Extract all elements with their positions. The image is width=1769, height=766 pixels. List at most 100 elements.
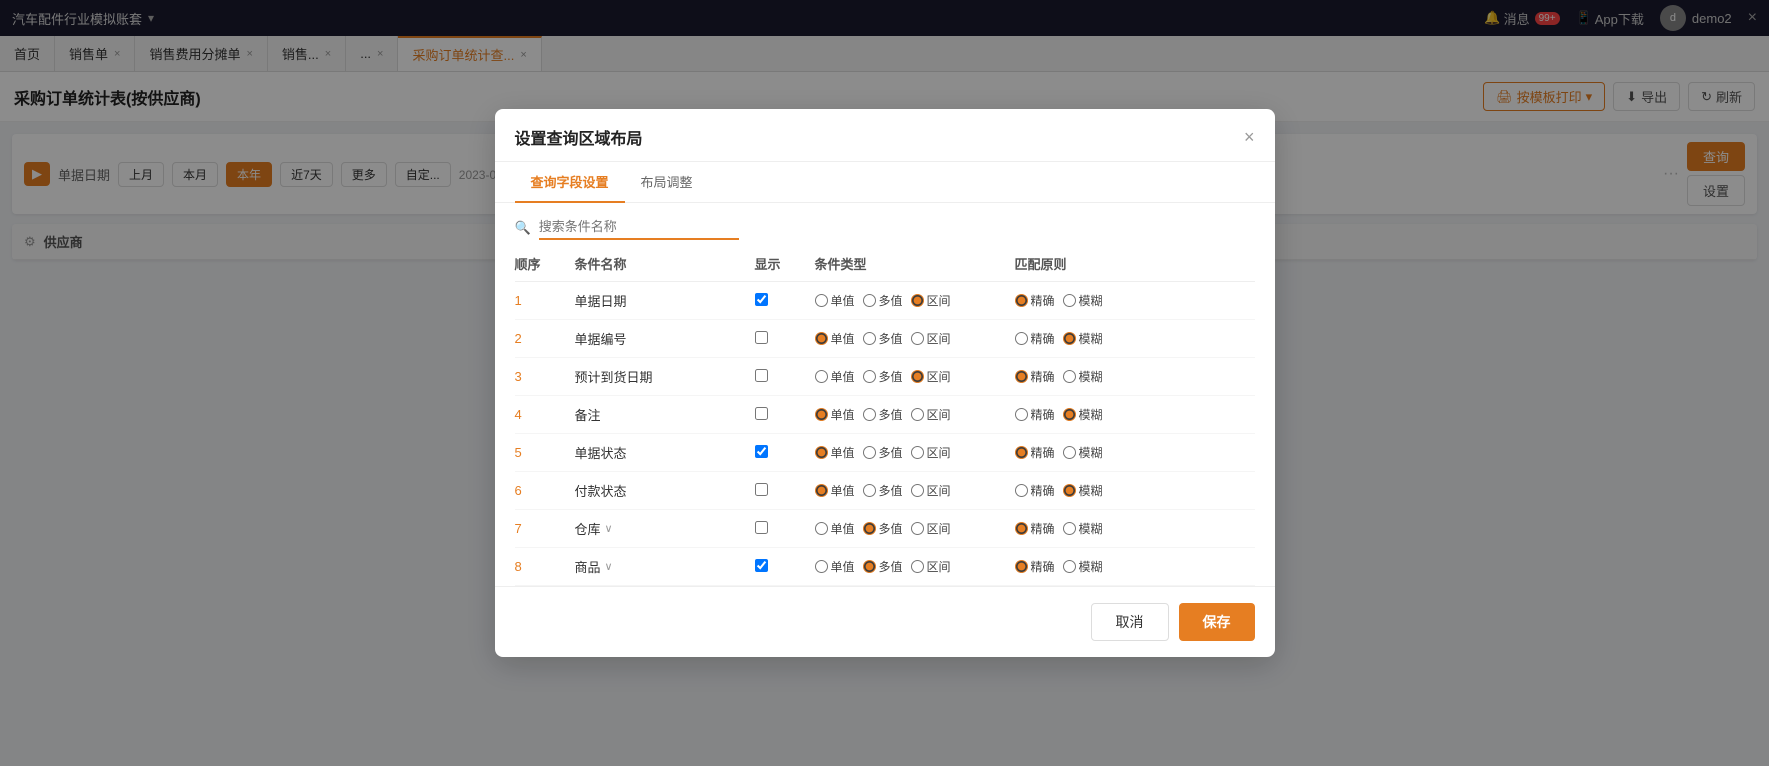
dialog-search-area: 🔍 [495, 203, 1275, 246]
row-type-option-区间[interactable]: 区间 [911, 558, 951, 575]
table-row: 7仓库 ∨单值多值区间精确模糊 [515, 510, 1255, 548]
row-match-option-模糊[interactable]: 模糊 [1063, 520, 1103, 537]
cancel-button[interactable]: 取消 [1091, 603, 1169, 641]
row-type-group-4: 单值多值区间 [815, 406, 1015, 423]
save-button[interactable]: 保存 [1179, 603, 1255, 641]
row-type-option-多值[interactable]: 多值 [863, 406, 903, 423]
row-display-checkbox-5[interactable] [755, 445, 768, 458]
row-type-option-多值[interactable]: 多值 [863, 520, 903, 537]
row-display-checkbox-2[interactable] [755, 331, 768, 344]
head-match: 匹配原则 [1015, 254, 1195, 273]
row-type-option-多值[interactable]: 多值 [863, 330, 903, 347]
row-match-option-精确[interactable]: 精确 [1015, 558, 1055, 575]
row-match-option-模糊[interactable]: 模糊 [1063, 406, 1103, 423]
row-type-option-单值[interactable]: 单值 [815, 406, 855, 423]
row-match-group-8: 精确模糊 [1015, 558, 1195, 575]
row-type-group-1: 单值多值区间 [815, 292, 1015, 309]
search-input[interactable] [539, 219, 709, 234]
row-type-option-区间[interactable]: 区间 [911, 330, 951, 347]
row-order-5: 5 [515, 445, 575, 460]
dialog-header: 设置查询区域布局 × [495, 109, 1275, 162]
row-type-option-区间[interactable]: 区间 [911, 520, 951, 537]
row-match-option-精确[interactable]: 精确 [1015, 406, 1055, 423]
row-order-6: 6 [515, 483, 575, 498]
head-type: 条件类型 [815, 254, 1015, 273]
head-display: 显示 [755, 254, 815, 273]
row-match-option-模糊[interactable]: 模糊 [1063, 292, 1103, 309]
row-name-6: 付款状态 [575, 481, 755, 500]
row-type-option-单值[interactable]: 单值 [815, 330, 855, 347]
row-display-checkbox-1[interactable] [755, 293, 768, 306]
row-name-7: 仓库 ∨ [575, 519, 755, 538]
row-match-option-模糊[interactable]: 模糊 [1063, 558, 1103, 575]
row-match-option-精确[interactable]: 精确 [1015, 520, 1055, 537]
table-row: 8商品 ∨单值多值区间精确模糊 [515, 548, 1255, 586]
row-display-cell-3 [755, 369, 815, 385]
row-match-option-精确[interactable]: 精确 [1015, 292, 1055, 309]
settings-dialog: 设置查询区域布局 × 查询字段设置 布局调整 🔍 顺序 条件名称 显 [495, 109, 1275, 657]
row-display-checkbox-7[interactable] [755, 521, 768, 534]
row-display-checkbox-4[interactable] [755, 407, 768, 420]
row-name-4: 备注 [575, 405, 755, 424]
row-match-option-模糊[interactable]: 模糊 [1063, 444, 1103, 461]
row-type-group-5: 单值多值区间 [815, 444, 1015, 461]
row-type-option-区间[interactable]: 区间 [911, 444, 951, 461]
row-type-option-多值[interactable]: 多值 [863, 482, 903, 499]
row-type-group-3: 单值多值区间 [815, 368, 1015, 385]
row-display-cell-5 [755, 445, 815, 461]
row-type-option-多值[interactable]: 多值 [863, 292, 903, 309]
row-type-option-多值[interactable]: 多值 [863, 444, 903, 461]
row-type-option-区间[interactable]: 区间 [911, 368, 951, 385]
row-match-group-4: 精确模糊 [1015, 406, 1195, 423]
row-type-option-单值[interactable]: 单值 [815, 482, 855, 499]
dialog-close-button[interactable]: × [1244, 127, 1255, 148]
row-match-option-精确[interactable]: 精确 [1015, 368, 1055, 385]
row-dropdown-icon[interactable]: ∨ [605, 560, 613, 573]
row-type-option-单值[interactable]: 单值 [815, 368, 855, 385]
row-display-cell-7 [755, 521, 815, 537]
table-row: 2单据编号单值多值区间精确模糊 [515, 320, 1255, 358]
row-match-option-模糊[interactable]: 模糊 [1063, 368, 1103, 385]
row-display-cell-1 [755, 293, 815, 309]
row-match-option-精确[interactable]: 精确 [1015, 444, 1055, 461]
row-match-group-1: 精确模糊 [1015, 292, 1195, 309]
row-type-option-多值[interactable]: 多值 [863, 368, 903, 385]
row-display-checkbox-3[interactable] [755, 369, 768, 382]
row-type-option-区间[interactable]: 区间 [911, 482, 951, 499]
row-type-option-单值[interactable]: 单值 [815, 558, 855, 575]
row-type-option-单值[interactable]: 单值 [815, 444, 855, 461]
table-row: 1单据日期单值多值区间精确模糊 [515, 282, 1255, 320]
table-row: 6付款状态单值多值区间精确模糊 [515, 472, 1255, 510]
search-icon: 🔍 [515, 220, 531, 236]
row-match-option-模糊[interactable]: 模糊 [1063, 330, 1103, 347]
row-match-option-模糊[interactable]: 模糊 [1063, 482, 1103, 499]
row-name-3: 预计到货日期 [575, 367, 755, 386]
row-match-group-2: 精确模糊 [1015, 330, 1195, 347]
row-display-checkbox-8[interactable] [755, 559, 768, 572]
row-match-group-6: 精确模糊 [1015, 482, 1195, 499]
row-display-cell-2 [755, 331, 815, 347]
row-type-option-区间[interactable]: 区间 [911, 406, 951, 423]
condition-table: 顺序 条件名称 显示 条件类型 匹配原则 1单据日期单值多值区间精确模糊2单据编… [495, 246, 1275, 586]
row-dropdown-icon[interactable]: ∨ [605, 522, 613, 535]
row-type-group-6: 单值多值区间 [815, 482, 1015, 499]
row-name-8: 商品 ∨ [575, 557, 755, 576]
dialog-title: 设置查询区域布局 [515, 125, 643, 149]
row-match-option-精确[interactable]: 精确 [1015, 482, 1055, 499]
row-type-option-单值[interactable]: 单值 [815, 292, 855, 309]
row-type-option-区间[interactable]: 区间 [911, 292, 951, 309]
table-row: 4备注单值多值区间精确模糊 [515, 396, 1255, 434]
head-order: 顺序 [515, 254, 575, 273]
dialog-overlay: 设置查询区域布局 × 查询字段设置 布局调整 🔍 顺序 条件名称 显 [0, 0, 1769, 766]
row-display-checkbox-6[interactable] [755, 483, 768, 496]
row-order-1: 1 [515, 293, 575, 308]
row-match-option-精确[interactable]: 精确 [1015, 330, 1055, 347]
row-match-group-7: 精确模糊 [1015, 520, 1195, 537]
head-name: 条件名称 [575, 254, 755, 273]
dialog-tab-query-fields[interactable]: 查询字段设置 [515, 162, 625, 203]
row-type-option-单值[interactable]: 单值 [815, 520, 855, 537]
search-input-wrap [539, 215, 739, 240]
row-type-option-多值[interactable]: 多值 [863, 558, 903, 575]
dialog-tab-layout[interactable]: 布局调整 [625, 162, 709, 203]
row-name-5: 单据状态 [575, 443, 755, 462]
